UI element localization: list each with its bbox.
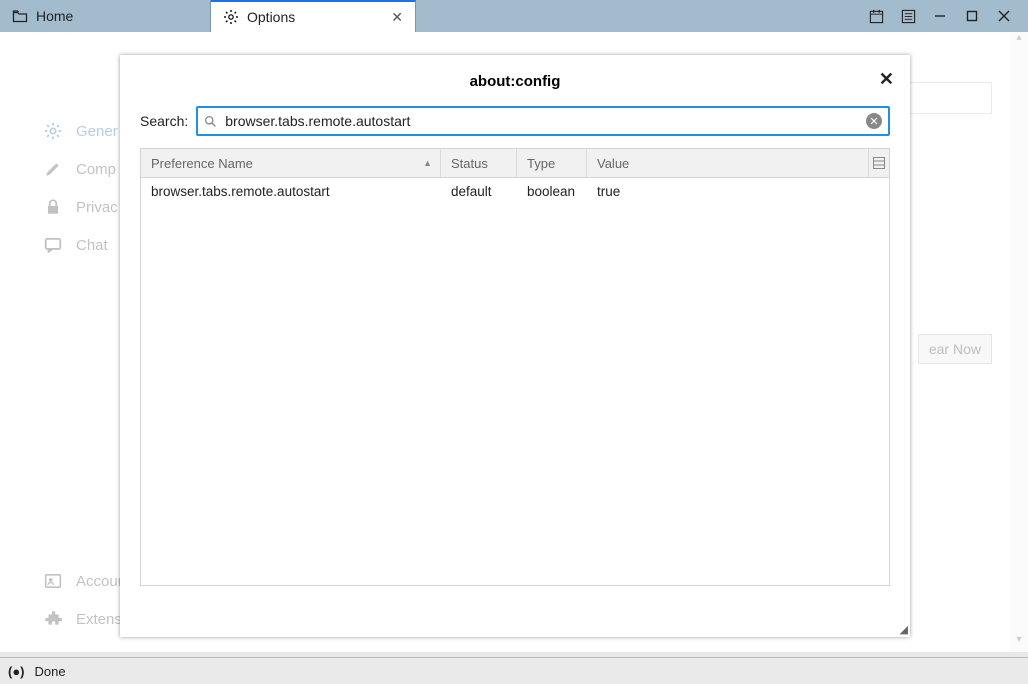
search-row: Search: ✕ [120, 106, 910, 148]
search-label: Search: [140, 113, 188, 129]
column-label: Preference Name [151, 156, 253, 171]
tasks-icon[interactable] [892, 0, 924, 32]
chat-icon [44, 236, 62, 254]
window-minimize[interactable] [924, 0, 956, 32]
search-box[interactable]: ✕ [196, 106, 890, 136]
dialog-close-button[interactable]: ✕ [879, 69, 894, 90]
sidebar-label: Chat [76, 237, 108, 254]
sidebar-label: Comp [76, 161, 116, 178]
column-label: Status [451, 156, 488, 171]
window-close[interactable] [988, 0, 1020, 32]
about-config-dialog: about:config ✕ Search: ✕ Preference Name… [120, 55, 910, 637]
window-controls [860, 0, 1028, 32]
column-picker-icon[interactable] [869, 157, 889, 169]
search-icon [204, 115, 217, 128]
dialog-titlebar: about:config ✕ [120, 55, 910, 106]
statusbar: (●) Done [0, 657, 1028, 684]
column-preference-name[interactable]: Preference Name ▲ [141, 149, 441, 177]
clear-search-icon[interactable]: ✕ [866, 113, 882, 129]
sort-ascending-icon: ▲ [423, 158, 432, 168]
tab-home[interactable]: Home [0, 0, 211, 32]
column-value[interactable]: Value [587, 149, 869, 177]
status-text: Done [35, 664, 66, 679]
sidebar-label: Extensi [76, 611, 125, 628]
pencil-icon [44, 160, 62, 178]
account-icon [44, 572, 62, 590]
gear-icon [223, 9, 239, 25]
column-label: Value [597, 156, 629, 171]
puzzle-icon [44, 610, 62, 628]
cell-value: true [587, 184, 889, 199]
tab-home-label: Home [36, 8, 73, 24]
sidebar-label: Privac [76, 199, 118, 216]
titlebar: Home Options ✕ [0, 0, 1028, 32]
cell-type: boolean [517, 184, 587, 199]
tab-options[interactable]: Options ✕ [211, 0, 416, 32]
preferences-table: Preference Name ▲ Status Type Value brow… [140, 148, 890, 586]
calendar-icon[interactable] [860, 0, 892, 32]
column-label: Type [527, 156, 555, 171]
window-maximize[interactable] [956, 0, 988, 32]
lock-icon [44, 198, 62, 216]
table-row[interactable]: browser.tabs.remote.autostart default bo… [141, 178, 889, 205]
column-type[interactable]: Type [517, 149, 587, 177]
dialog-title: about:config [470, 73, 561, 90]
scroll-up-icon[interactable]: ▴ [1010, 32, 1028, 50]
activity-icon: (●) [8, 664, 25, 679]
button-label: ear Now [929, 341, 981, 357]
resize-grip[interactable]: ◢ [896, 623, 908, 635]
scroll-down-icon[interactable]: ▾ [1010, 634, 1028, 652]
cell-preference-name: browser.tabs.remote.autostart [141, 184, 441, 199]
gear-icon [44, 122, 62, 140]
sidebar-label: Gener [76, 123, 118, 140]
cell-status: default [441, 184, 517, 199]
folder-icon [12, 8, 28, 24]
tab-close-icon[interactable]: ✕ [391, 9, 403, 26]
main-scrollbar[interactable]: ▴ ▾ [1010, 32, 1028, 652]
column-status[interactable]: Status [441, 149, 517, 177]
table-header: Preference Name ▲ Status Type Value [141, 149, 889, 178]
tab-options-label: Options [247, 9, 295, 25]
clear-now-button[interactable]: ear Now [918, 334, 992, 364]
sidebar-label: Accoun [76, 573, 126, 590]
search-input[interactable] [223, 112, 866, 130]
